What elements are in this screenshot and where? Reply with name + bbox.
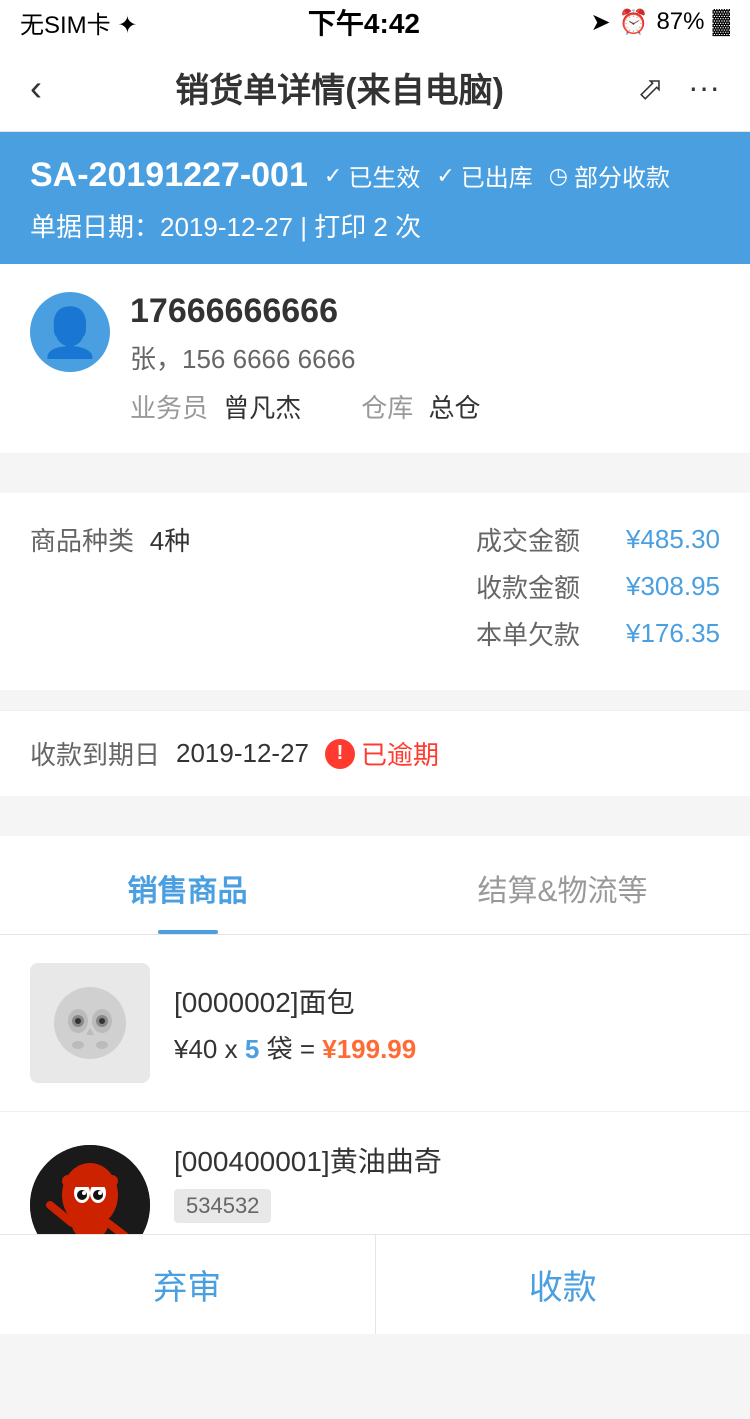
owed-amount-value: ¥176.35 <box>600 618 720 649</box>
due-date-label: 收款到期日 <box>30 735 160 772</box>
divider-2 <box>0 796 750 816</box>
product-thumb-1 <box>30 963 150 1083</box>
collected-amount-row: 收款金额 ¥308.95 <box>476 568 720 605</box>
clock-icon: ◷ <box>549 163 568 189</box>
product-total-1: ¥199.99 <box>322 1034 416 1064</box>
product-unit-1: 袋 <box>267 1034 293 1064</box>
bottom-bar: 弃审 收款 <box>0 1234 750 1334</box>
product-types-stat: 商品种类 4种 <box>30 521 190 558</box>
product-equals-1: = <box>300 1034 322 1064</box>
product-price-1: ¥40 x 5 袋 = ¥199.99 <box>174 1029 720 1066</box>
status-time: 下午4:42 <box>308 2 420 42</box>
carrier-text: 无SIM卡 ✦ <box>20 5 137 40</box>
product-code-2: [000400001]黄油曲奇 <box>174 1140 720 1180</box>
status-right: ➤ ⏰ 87% ▓ <box>590 8 730 37</box>
product-multiply-1: x <box>225 1034 245 1064</box>
tab-settlement[interactable]: 结算&物流等 <box>375 836 750 934</box>
battery-icon: ▓ <box>712 8 730 36</box>
nav-actions: ⬀ ··· <box>637 69 720 107</box>
warehouse-section: 仓库 总仓 <box>361 388 480 425</box>
check-icon-2: ✓ <box>436 163 454 189</box>
alarm-icon: ⏰ <box>619 8 649 37</box>
transaction-amount-label: 成交金额 <box>476 521 580 558</box>
overdue-label: 已逾期 <box>361 735 439 772</box>
customer-meta: 业务员 曾凡杰 仓库 总仓 <box>130 388 720 425</box>
page-title: 销货单详情(来自电脑) <box>175 63 504 112</box>
status-left: 无SIM卡 ✦ <box>20 5 137 40</box>
due-date-value: 2019-12-27 <box>176 738 309 769</box>
stats-section: 商品种类 4种 成交金额 ¥485.30 收款金额 ¥308.95 本单欠款 ¥… <box>0 493 750 690</box>
product-info-1: [0000002]面包 ¥40 x 5 袋 = ¥199.99 <box>174 981 720 1066</box>
customer-name-phone: 张，156 6666 6666 <box>130 339 720 376</box>
tabs-section: 销售商品 结算&物流等 <box>0 836 750 935</box>
product-image-placeholder-1 <box>30 963 150 1083</box>
badge-partial-label: 部分收款 <box>574 158 670 193</box>
due-date-section: 收款到期日 2019-12-27 ! 已逾期 <box>0 710 750 796</box>
sales-person-value: 曾凡杰 <box>223 393 301 423</box>
warehouse-label: 仓库 <box>361 393 413 423</box>
order-id: SA-20191227-001 <box>30 156 308 195</box>
product-sku-2: 534532 <box>174 1189 271 1223</box>
warehouse-value: 总仓 <box>429 393 481 423</box>
product-quantity-1: 5 <box>245 1034 259 1064</box>
customer-section: 👤 17666666666 张，156 6666 6666 业务员 曾凡杰 仓库… <box>0 264 750 453</box>
product-item-1: [0000002]面包 ¥40 x 5 袋 = ¥199.99 <box>0 935 750 1112</box>
reject-button[interactable]: 弃审 <box>0 1235 376 1334</box>
divider-1 <box>0 453 750 473</box>
overdue-icon: ! <box>325 739 355 769</box>
customer-id: 17666666666 <box>130 292 720 331</box>
owed-amount-label: 本单欠款 <box>476 615 580 652</box>
product-base-price-1: ¥40 <box>174 1034 217 1064</box>
nav-bar: ‹ 销货单详情(来自电脑) ⬀ ··· <box>0 44 750 132</box>
collected-amount-value: ¥308.95 <box>600 571 720 602</box>
transaction-amount-value: ¥485.30 <box>600 524 720 555</box>
back-button[interactable]: ‹ <box>30 67 42 109</box>
check-icon-1: ✓ <box>324 163 342 189</box>
badge-activated: ✓ 已生效 <box>324 158 420 193</box>
owed-amount-row: 本单欠款 ¥176.35 <box>476 615 720 652</box>
tab-products[interactable]: 销售商品 <box>0 836 375 934</box>
product-types-value: 4种 <box>150 526 190 556</box>
badge-shipped-label: 已出库 <box>461 158 533 193</box>
amount-stats: 成交金额 ¥485.30 收款金额 ¥308.95 本单欠款 ¥176.35 <box>476 521 720 662</box>
product-code-1: [0000002]面包 <box>174 981 720 1021</box>
badge-activated-label: 已生效 <box>348 158 420 193</box>
collect-button[interactable]: 收款 <box>376 1235 750 1334</box>
person-icon: 👤 <box>40 304 100 361</box>
status-bar: 无SIM卡 ✦ 下午4:42 ➤ ⏰ 87% ▓ <box>0 0 750 44</box>
share-icon[interactable]: ⬀ <box>637 69 664 107</box>
location-icon: ➤ <box>590 8 610 37</box>
transaction-amount-row: 成交金额 ¥485.30 <box>476 521 720 558</box>
collected-amount-label: 收款金额 <box>476 568 580 605</box>
product-types-label: 商品种类 <box>30 526 134 556</box>
order-header-banner: SA-20191227-001 ✓ 已生效 ✓ 已出库 ◷ 部分收款 单据日期：… <box>0 132 750 264</box>
order-meta: 单据日期：2019-12-27 | 打印 2 次 <box>30 207 720 244</box>
badge-partial-payment: ◷ 部分收款 <box>549 158 670 193</box>
sales-person-section: 业务员 曾凡杰 <box>130 388 301 425</box>
customer-info: 17666666666 张，156 6666 6666 业务员 曾凡杰 仓库 总… <box>130 292 720 425</box>
customer-avatar: 👤 <box>30 292 110 372</box>
sales-person-label: 业务员 <box>130 393 208 423</box>
badge-shipped: ✓ 已出库 <box>436 158 532 193</box>
overdue-badge: ! 已逾期 <box>325 735 439 772</box>
more-icon[interactable]: ··· <box>688 69 720 106</box>
battery-text: 87% <box>656 8 704 36</box>
owl-placeholder-icon <box>50 983 130 1063</box>
